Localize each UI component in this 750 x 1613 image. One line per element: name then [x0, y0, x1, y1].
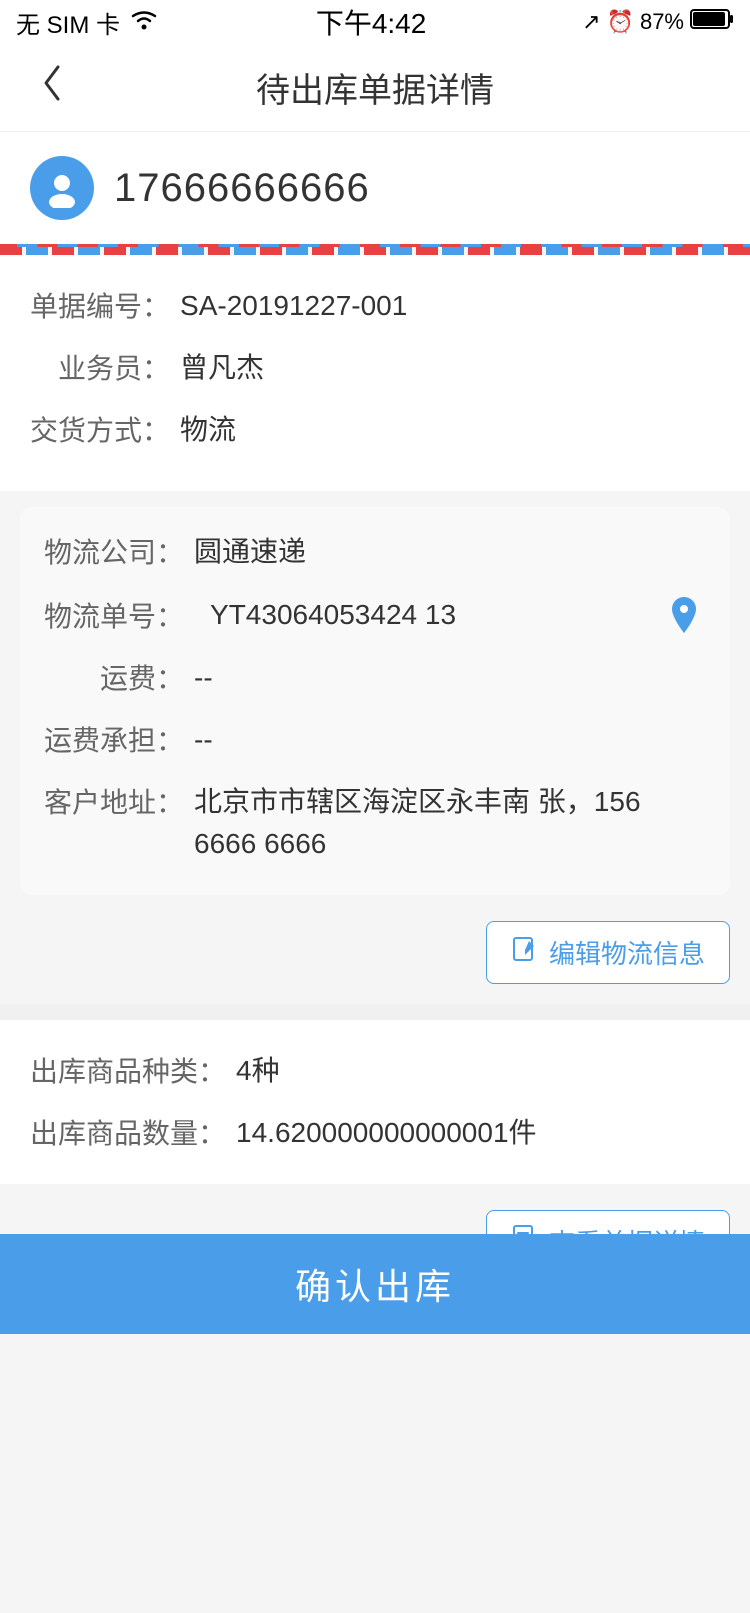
tracking-number-value: YT43064053424 13 — [210, 594, 646, 636]
freight-bearer-row: 运费承担： -- — [44, 719, 706, 761]
customer-header: 17666666666 — [0, 132, 750, 247]
delivery-method-label: 交货方式： — [30, 409, 170, 449]
goods-types-value: 4种 — [236, 1050, 720, 1092]
status-time: 下午4:42 — [316, 2, 427, 42]
document-number-value: SA-20191227-001 — [180, 285, 720, 327]
address-value: 北京市市辖区海淀区永丰南 张，156 6666 6666 — [194, 781, 706, 865]
goods-quantity-label: 出库商品数量： — [30, 1112, 226, 1152]
status-bar: 无 SIM 卡 下午4:42 ↗ ⏰ 87% — [0, 0, 750, 44]
map-pin-icon[interactable] — [662, 593, 706, 637]
freight-row: 运费： -- — [44, 657, 706, 699]
salesperson-row: 业务员： 曾凡杰 — [30, 347, 720, 389]
logistics-card: 物流公司： 圆通速递 物流单号： YT43064053424 13 运费： --… — [20, 507, 730, 895]
sim-text: 无 SIM 卡 — [16, 5, 120, 40]
salesperson-label: 业务员： — [30, 347, 170, 387]
avatar — [30, 156, 94, 220]
document-number-label: 单据编号： — [30, 285, 170, 325]
battery-text: 87% — [640, 9, 684, 35]
status-right: ↗ ⏰ 87% — [582, 8, 734, 36]
alarm-icon: ⏰ — [607, 9, 634, 35]
delivery-method-row: 交货方式： 物流 — [30, 409, 720, 451]
tracking-number-label: 物流单号： — [44, 595, 184, 635]
address-label: 客户地址： — [44, 781, 184, 821]
address-row: 客户地址： 北京市市辖区海淀区永丰南 张，156 6666 6666 — [44, 781, 706, 865]
edit-logistics-area: 编辑物流信息 — [0, 911, 750, 1004]
logistics-company-row: 物流公司： 圆通速递 — [44, 531, 706, 573]
confirm-button[interactable]: 确认出库 — [0, 1234, 750, 1334]
decorative-divider — [0, 247, 750, 255]
edit-icon — [511, 935, 539, 970]
edit-logistics-label: 编辑物流信息 — [549, 934, 705, 971]
salesperson-value: 曾凡杰 — [180, 347, 720, 389]
goods-quantity-row: 出库商品数量： 14.620000000000001件 — [30, 1112, 720, 1154]
goods-quantity-value: 14.620000000000001件 — [236, 1112, 720, 1154]
battery-icon — [690, 8, 734, 36]
page-title: 待出库单据详情 — [256, 63, 494, 112]
customer-phone: 17666666666 — [114, 166, 370, 211]
goods-section: 出库商品种类： 4种 出库商品数量： 14.620000000000001件 — [0, 1020, 750, 1184]
delivery-method-value: 物流 — [180, 409, 720, 451]
status-left: 无 SIM 卡 — [16, 5, 160, 40]
tracking-number-row: 物流单号： YT43064053424 13 — [44, 593, 706, 637]
document-number-row: 单据编号： SA-20191227-001 — [30, 285, 720, 327]
goods-types-row: 出库商品种类： 4种 — [30, 1050, 720, 1092]
nav-bar: 待出库单据详情 — [0, 44, 750, 132]
content-area: 17666666666 单据编号： SA-20191227-001 业务员： 曾… — [0, 132, 750, 1613]
logistics-company-label: 物流公司： — [44, 531, 184, 571]
freight-label: 运费： — [44, 657, 184, 697]
basic-info-section: 单据编号： SA-20191227-001 业务员： 曾凡杰 交货方式： 物流 — [0, 255, 750, 491]
logistics-company-value: 圆通速递 — [194, 531, 706, 573]
edit-logistics-button[interactable]: 编辑物流信息 — [486, 921, 730, 984]
location-status-icon: ↗ — [582, 9, 600, 35]
back-button[interactable] — [30, 53, 74, 122]
freight-bearer-label: 运费承担： — [44, 719, 184, 759]
goods-types-label: 出库商品种类： — [30, 1050, 226, 1090]
confirm-button-label: 确认出库 — [295, 1258, 455, 1310]
wifi-icon — [128, 8, 160, 37]
freight-bearer-value: -- — [194, 719, 706, 761]
freight-value: -- — [194, 657, 706, 699]
section-divider-1 — [0, 1004, 750, 1020]
